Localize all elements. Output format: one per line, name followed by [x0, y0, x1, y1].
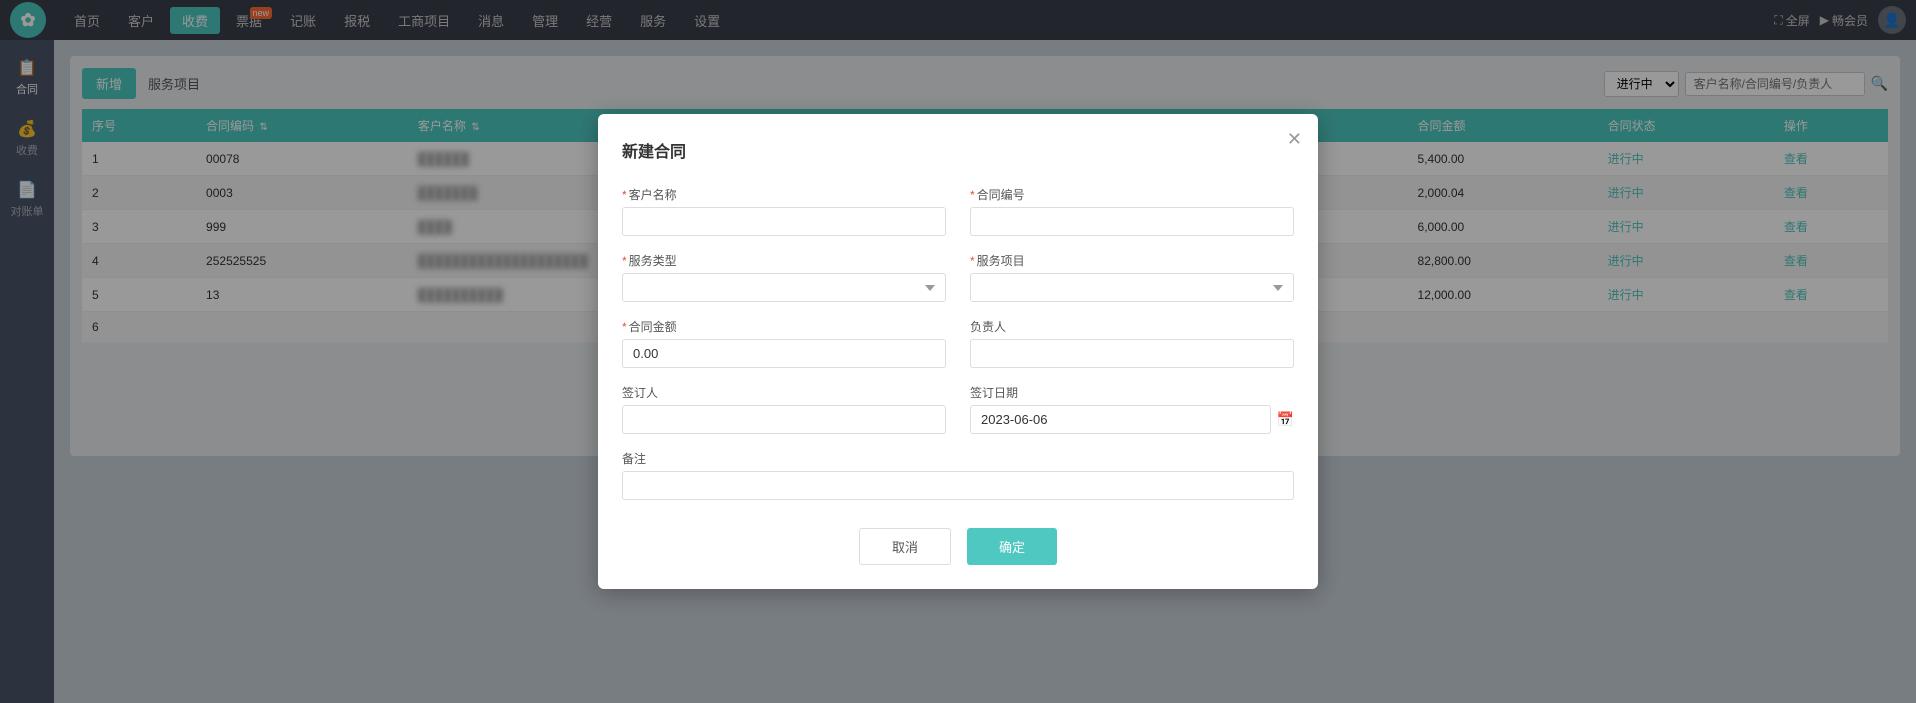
confirm-button[interactable]: 确定: [967, 528, 1057, 565]
close-icon[interactable]: ✕: [1287, 130, 1302, 148]
form-row-sign-date: 签订日期 📅: [970, 384, 1294, 434]
signer-label: 签订人: [622, 384, 946, 401]
service-type-label: * 服务类型: [622, 252, 946, 269]
service-item-label: * 服务项目: [970, 252, 1294, 269]
form-row-service-item: * 服务项目: [970, 252, 1294, 302]
form-row-customer: * 客户名称: [622, 186, 946, 236]
notes-input[interactable]: [622, 471, 1294, 500]
dialog-title: 新建合同: [622, 138, 1294, 162]
sign-date-input[interactable]: [970, 405, 1271, 434]
new-contract-dialog: 新建合同 ✕ * 客户名称 * 合同编号 *: [598, 114, 1318, 589]
responsible-label: 负责人: [970, 318, 1294, 335]
customer-name-input[interactable]: [622, 207, 946, 236]
form-row-signer: 签订人: [622, 384, 946, 434]
customer-name-label: * 客户名称: [622, 186, 946, 203]
service-type-select[interactable]: [622, 273, 946, 302]
dialog-footer: 取消 确定: [622, 528, 1294, 565]
service-item-select[interactable]: [970, 273, 1294, 302]
contract-no-input[interactable]: [970, 207, 1294, 236]
sign-date-label: 签订日期: [970, 384, 1294, 401]
form-row-notes: 备注: [622, 450, 1294, 500]
amount-label: * 合同金额: [622, 318, 946, 335]
form-row-service-type: * 服务类型: [622, 252, 946, 302]
form-row-amount: * 合同金额: [622, 318, 946, 368]
contract-no-label: * 合同编号: [970, 186, 1294, 203]
notes-label: 备注: [622, 450, 1294, 467]
modal-overlay[interactable]: 新建合同 ✕ * 客户名称 * 合同编号 *: [0, 0, 1916, 703]
form-row-responsible: 负责人: [970, 318, 1294, 368]
cancel-button[interactable]: 取消: [859, 528, 951, 565]
calendar-icon[interactable]: 📅: [1277, 411, 1294, 428]
responsible-input[interactable]: [970, 339, 1294, 368]
form-grid: * 客户名称 * 合同编号 * 服务类型: [622, 186, 1294, 500]
form-row-contract-no: * 合同编号: [970, 186, 1294, 236]
signer-input[interactable]: [622, 405, 946, 434]
amount-input[interactable]: [622, 339, 946, 368]
